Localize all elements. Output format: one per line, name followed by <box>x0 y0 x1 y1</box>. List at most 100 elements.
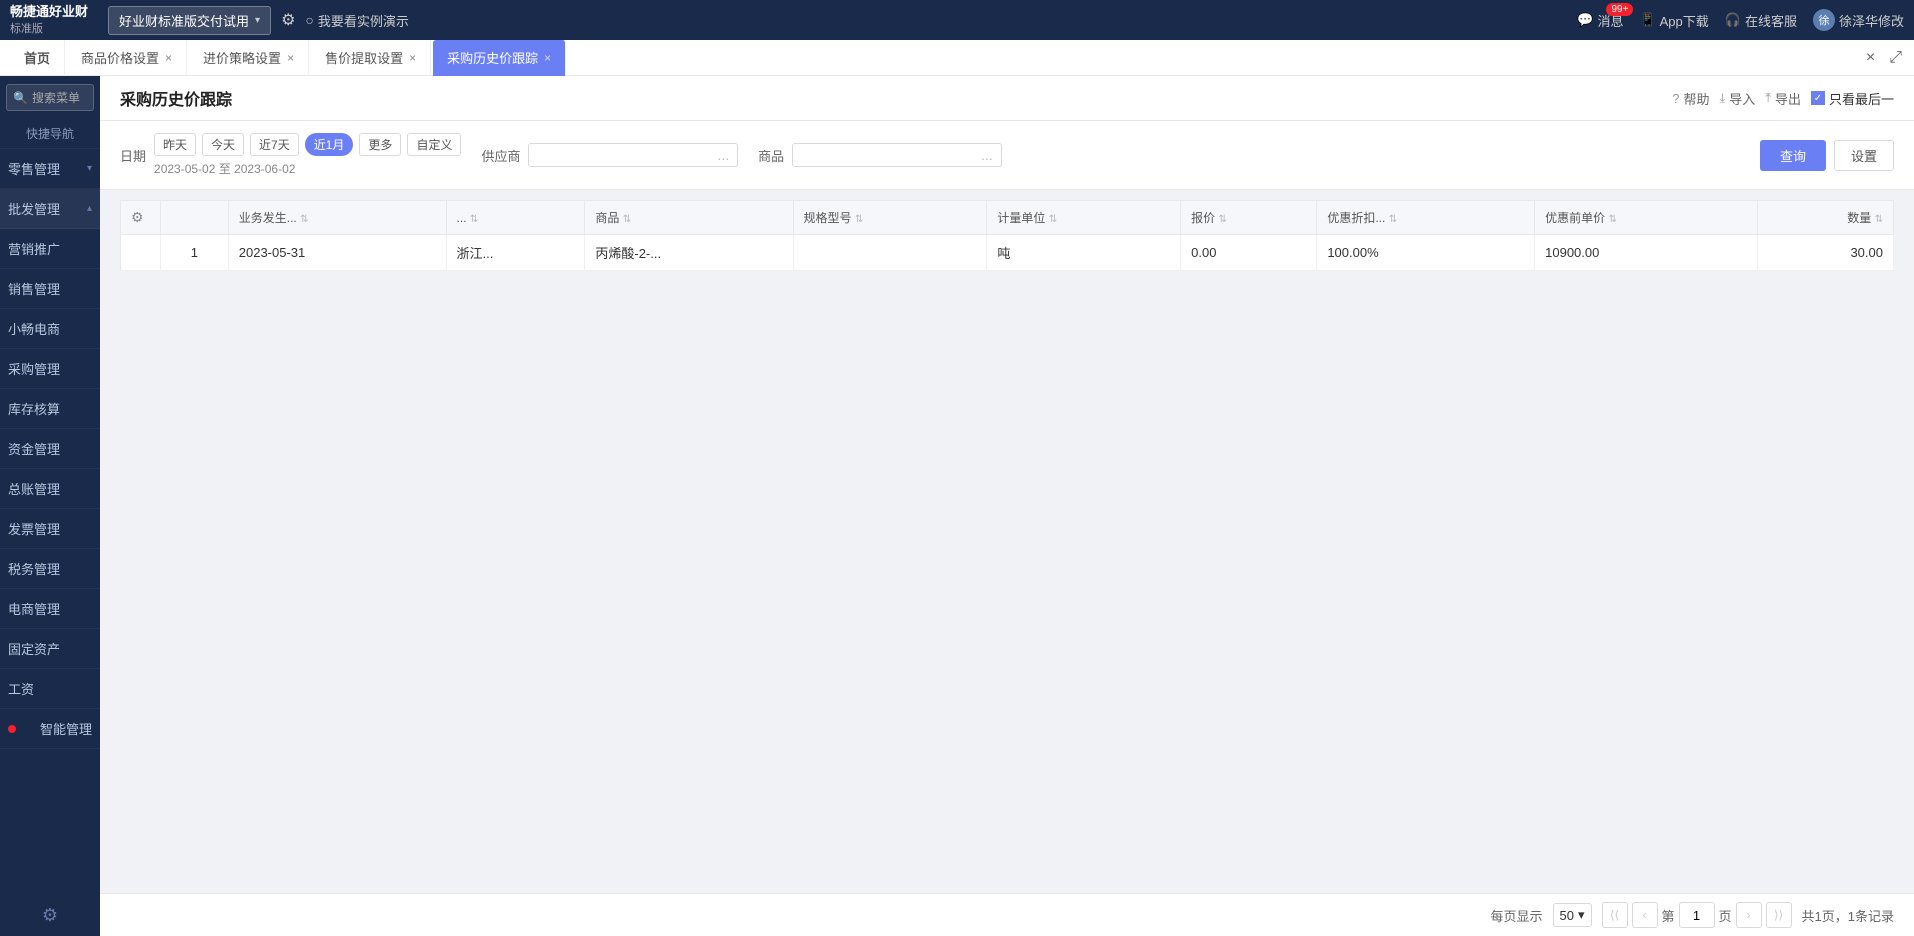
last-page-button[interactable]: ⟩⟩ <box>1766 902 1792 928</box>
online-service-button[interactable]: 🎧 在线客服 <box>1725 11 1797 30</box>
notification-dot <box>8 725 16 733</box>
chevron-down-icon: ▾ <box>1578 907 1585 923</box>
sidebar-settings-icon[interactable]: ⚙ <box>42 905 58 925</box>
messages-button[interactable]: 💬 消息 99+ <box>1577 11 1623 30</box>
sort-icon-business-date[interactable]: ⇅ <box>300 214 308 225</box>
import-label: 导入 <box>1729 89 1755 108</box>
product-filter-group: 商品 ... <box>758 143 1002 167</box>
tab-purchase-strategy[interactable]: 进价策略设置 × <box>189 40 309 76</box>
tab-bar: 首页 商品价格设置 × 进价策略设置 × 售价提取设置 × 采购历史价跟踪 × … <box>0 40 1914 76</box>
topbar-settings-icon[interactable]: ⚙ <box>277 6 299 34</box>
prev-page-button[interactable]: ‹ <box>1632 902 1658 928</box>
tab-history-price[interactable]: 采购历史价跟踪 × <box>433 40 566 76</box>
table-gear-icon[interactable]: ⚙ <box>131 209 144 225</box>
th-unit[interactable]: 计量单位 ⇅ <box>987 201 1181 235</box>
table-row[interactable]: 1 2023-05-31 浙江... 丙烯酸-2-... 吨 0.00 100.… <box>121 235 1894 271</box>
sidebar-item-ledger[interactable]: 总账管理 <box>0 469 100 509</box>
sidebar-item-invoice[interactable]: 发票管理 <box>0 509 100 549</box>
tab-home[interactable]: 首页 <box>10 40 65 76</box>
sidebar-item-ecommerce-small[interactable]: 小畅电商 <box>0 309 100 349</box>
only-last-checkbox[interactable] <box>1811 91 1825 105</box>
sidebar-item-ecommerce[interactable]: 电商管理 <box>0 589 100 629</box>
product-selector[interactable]: 好业财标准版交付试用 ▾ <box>108 6 271 35</box>
sidebar-item-quicknav[interactable]: 快捷导航 <box>0 119 100 149</box>
date-btn-1month[interactable]: 近1月 <box>305 133 354 156</box>
cell-pre-discount-price: 10900.00 <box>1535 235 1758 271</box>
sidebar-item-fixed-assets[interactable]: 固定资产 <box>0 629 100 669</box>
tab-sale-price[interactable]: 售价提取设置 × <box>311 40 431 76</box>
product-filter-label: 商品 <box>758 146 784 165</box>
page-input[interactable] <box>1679 902 1715 928</box>
sidebar-item-salary[interactable]: 工资 <box>0 669 100 709</box>
sidebar-tax-label: 税务管理 <box>8 559 60 578</box>
th-discount-pct[interactable]: 优惠折扣... ⇅ <box>1317 201 1535 235</box>
sort-icon-unit[interactable]: ⇅ <box>1049 214 1057 225</box>
user-menu[interactable]: 徐 徐泽华修改 <box>1813 9 1904 31</box>
top-bar-right: 💬 消息 99+ 📱 App下载 🎧 在线客服 徐 徐泽华修改 <box>1577 9 1904 31</box>
sidebar-item-tax[interactable]: 税务管理 <box>0 549 100 589</box>
sidebar-item-marketing[interactable]: 营销推广 <box>0 229 100 269</box>
sidebar-item-sales[interactable]: 销售管理 <box>0 269 100 309</box>
export-label: 导出 <box>1775 89 1801 108</box>
sidebar-item-inventory[interactable]: 库存核算 <box>0 389 100 429</box>
th-spec[interactable]: 规格型号 ⇅ <box>793 201 987 235</box>
per-page-select[interactable]: 50 ▾ <box>1553 903 1592 927</box>
tab-history-price-close[interactable]: × <box>544 51 551 65</box>
supplier-input[interactable] <box>537 148 713 163</box>
query-button[interactable]: 查询 <box>1760 140 1826 171</box>
product-input[interactable] <box>801 148 977 163</box>
supplier-dots-icon[interactable]: ... <box>717 147 729 163</box>
date-btn-more[interactable]: 更多 <box>359 133 401 156</box>
messages-badge: 99+ <box>1606 3 1633 16</box>
online-service-label: 在线客服 <box>1745 11 1797 30</box>
th-business-date[interactable]: 业务发生... ⇅ <box>228 201 446 235</box>
import-button[interactable]: ⤓ 导入 <box>1719 89 1755 108</box>
sidebar-item-finance[interactable]: 资金管理 <box>0 429 100 469</box>
tab-purchase-strategy-close[interactable]: × <box>287 51 294 65</box>
import-icon: ⤓ <box>1719 90 1725 106</box>
sort-icon-product[interactable]: ⇅ <box>623 214 631 225</box>
sidebar-item-purchase[interactable]: 采购管理 <box>0 349 100 389</box>
tab-home-label: 首页 <box>24 48 50 67</box>
expand-window-icon[interactable]: ⤢ <box>1885 45 1906 71</box>
th-product[interactable]: 商品 ⇅ <box>585 201 793 235</box>
sort-icon-quote[interactable]: ⇅ <box>1218 214 1226 225</box>
th-quote-label: 报价 <box>1191 211 1215 225</box>
tab-price-settings-close[interactable]: × <box>165 51 172 65</box>
page-header-actions: ? 帮助 ⤓ 导入 ⤒ 导出 只看最后一 <box>1672 89 1894 108</box>
page-title: 采购历史价跟踪 <box>120 86 232 110</box>
tab-price-settings[interactable]: 商品价格设置 × <box>67 40 187 76</box>
next-page-button[interactable]: › <box>1736 902 1762 928</box>
th-quote[interactable]: 报价 ⇅ <box>1181 201 1317 235</box>
sort-icon-spec[interactable]: ⇅ <box>855 214 863 225</box>
filter-settings-button[interactable]: 设置 <box>1834 140 1894 171</box>
th-more[interactable]: ... ⇅ <box>446 201 585 235</box>
sort-icon-discount-pct[interactable]: ⇅ <box>1389 214 1397 225</box>
date-btn-today[interactable]: 今天 <box>202 133 244 156</box>
per-page-value: 50 <box>1560 908 1574 923</box>
th-quantity[interactable]: 数量 ⇅ <box>1757 201 1893 235</box>
close-window-icon[interactable]: × <box>1862 45 1879 71</box>
th-settings: ⚙ <box>121 201 161 235</box>
app-download-button[interactable]: 📱 App下载 <box>1639 11 1708 30</box>
th-pre-discount-price[interactable]: 优惠前单价 ⇅ <box>1535 201 1758 235</box>
top-bar-center: 好业财标准版交付试用 ▾ ⚙ ○ 我要看实例演示 <box>88 6 1577 35</box>
date-shortcut-row: 昨天 今天 近7天 近1月 更多 自定义 <box>154 133 461 156</box>
sidebar-item-wholesale[interactable]: 批发管理 ▴ <box>0 189 100 229</box>
sort-icon-pre-discount-price[interactable]: ⇅ <box>1608 214 1616 225</box>
demo-button[interactable]: ○ 我要看实例演示 <box>305 11 408 30</box>
sidebar-ecommerce-small-label: 小畅电商 <box>8 319 60 338</box>
date-btn-yesterday[interactable]: 昨天 <box>154 133 196 156</box>
date-btn-custom[interactable]: 自定义 <box>407 133 461 156</box>
sort-icon-quantity[interactable]: ⇅ <box>1875 214 1883 225</box>
export-button[interactable]: ⤒ 导出 <box>1765 89 1801 108</box>
product-dots-icon[interactable]: ... <box>981 147 993 163</box>
sort-icon-more[interactable]: ⇅ <box>470 214 478 225</box>
help-button[interactable]: ? 帮助 <box>1672 89 1709 108</box>
sidebar-item-smart[interactable]: 智能管理 <box>0 709 100 749</box>
sidebar-item-retail[interactable]: 零售管理 ▾ <box>0 149 100 189</box>
date-btn-7days[interactable]: 近7天 <box>250 133 299 156</box>
first-page-button[interactable]: ⟨⟨ <box>1602 902 1628 928</box>
tab-sale-price-close[interactable]: × <box>409 51 416 65</box>
search-menu-input[interactable]: 🔍 搜索菜单 <box>6 84 94 111</box>
